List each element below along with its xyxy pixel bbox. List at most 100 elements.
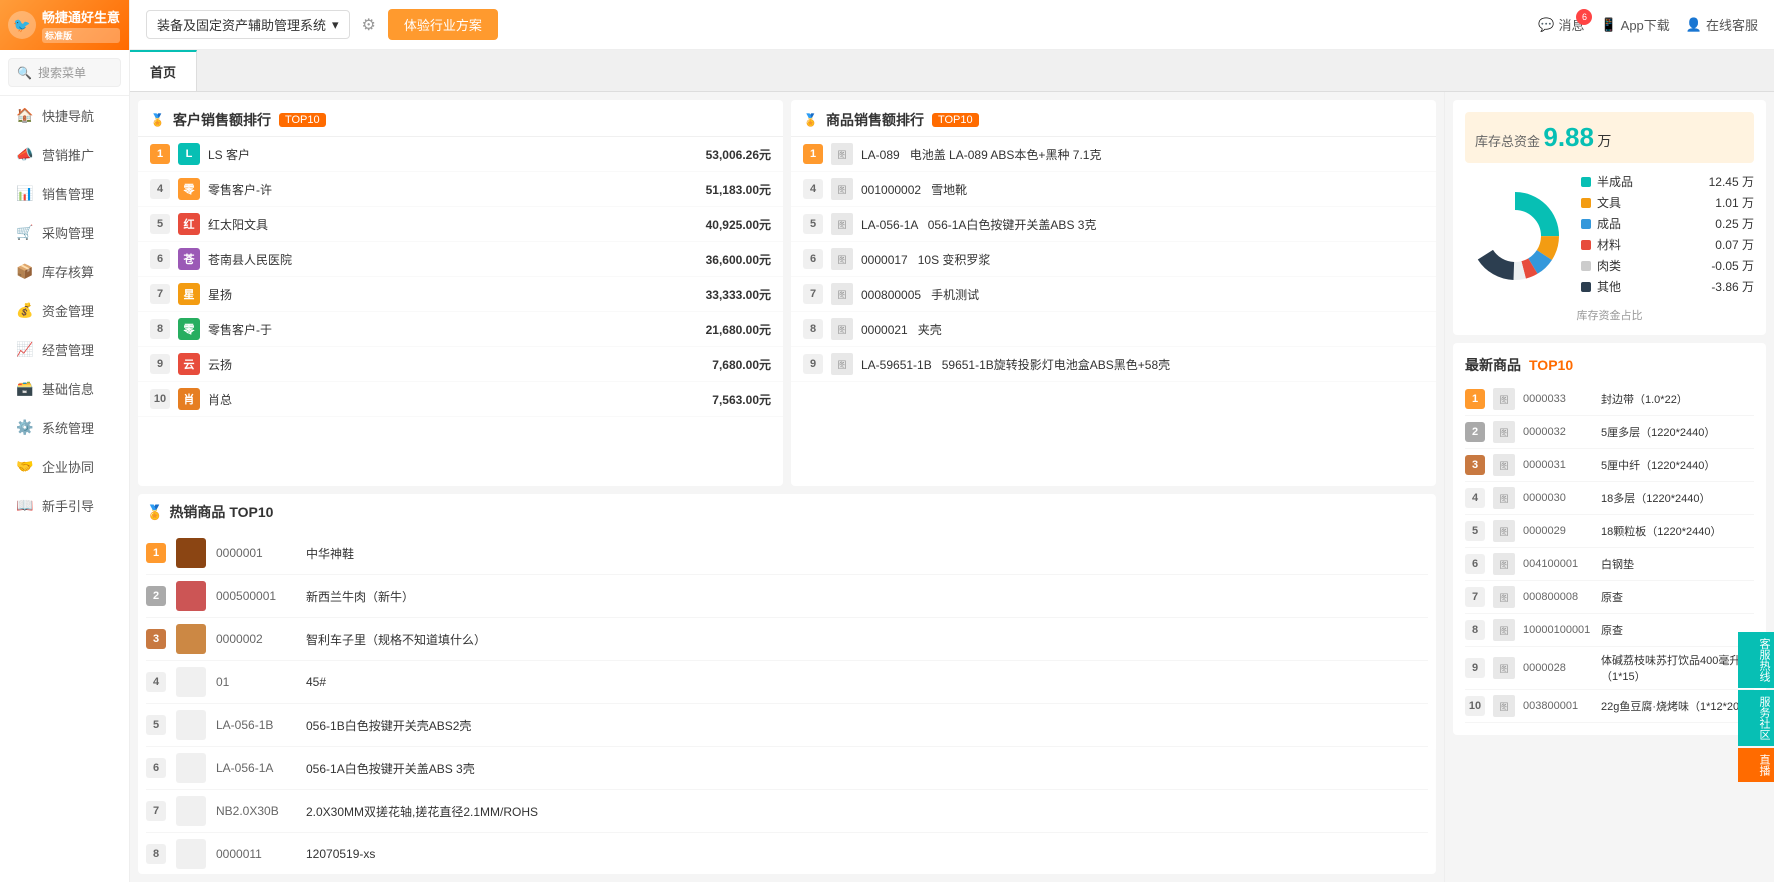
download-icon: 📱 bbox=[1600, 17, 1616, 33]
list-item: 3 图 0000031 5厘中纤（1220*2440） bbox=[1465, 449, 1754, 482]
messages-button[interactable]: 💬 消息 6 bbox=[1538, 15, 1584, 34]
legend-item: 文具 1.01 万 bbox=[1581, 194, 1754, 211]
legend-name: 成品 bbox=[1597, 215, 1709, 232]
rank-number: 4 bbox=[803, 179, 823, 199]
table-row: 7 图 000800005 手机测试 bbox=[791, 277, 1436, 312]
customer-ranking-card: 🏅 客户销售额排行 TOP10 1 L LS 客户 53,006.26元 4 bbox=[138, 100, 783, 486]
product-image bbox=[176, 839, 206, 869]
rank-number: 5 bbox=[1465, 521, 1485, 541]
product-image: 图 bbox=[1493, 657, 1515, 679]
inventory-legend: 半成品 12.45 万 文具 1.01 万 成品 0.25 万 bbox=[1581, 173, 1754, 299]
product-code: 0000021 bbox=[861, 323, 908, 337]
donut-chart-container: 半成品 12.45 万 文具 1.01 万 成品 0.25 万 bbox=[1465, 173, 1754, 299]
product-image: 图 bbox=[1493, 421, 1515, 443]
product-image bbox=[176, 710, 206, 740]
inventory-card: 库存总资金 9.88 万 bbox=[1453, 100, 1766, 335]
rank-number: 7 bbox=[150, 284, 170, 304]
system-selector[interactable]: 装备及固定资产辅助管理系统 ▾ bbox=[146, 10, 350, 39]
sidebar-item-shortcuts[interactable]: 🏠 快捷导航 bbox=[0, 96, 129, 135]
avatar: 零 bbox=[178, 318, 200, 340]
legend-item: 其他 -3.86 万 bbox=[1581, 278, 1754, 295]
app-badge: 标准版 bbox=[42, 28, 120, 43]
product-ranking-title: 商品销售额排行 bbox=[826, 110, 924, 130]
rank-number: 6 bbox=[803, 249, 823, 269]
list-item: 1 图 0000033 封边带（1.0*22） bbox=[1465, 383, 1754, 416]
list-item: 1 0000001 中华神鞋 bbox=[146, 532, 1428, 575]
product-info: 001000002 雪地靴 bbox=[861, 181, 1424, 198]
online-service-button[interactable]: 👤 在线客服 bbox=[1686, 15, 1758, 34]
list-item: 6 LA-056-1A 056-1A白色按键开关盖ABS 3壳 bbox=[146, 747, 1428, 790]
basic-info-label: 基础信息 bbox=[42, 379, 94, 398]
sidebar-item-inventory[interactable]: 📦 库存核算 bbox=[0, 252, 129, 291]
message-icon: 💬 bbox=[1538, 17, 1554, 33]
customer-value: 21,680.00元 bbox=[706, 321, 771, 338]
table-row: 6 图 0000017 10S 变积罗浆 bbox=[791, 242, 1436, 277]
purchase-icon: 🛒 bbox=[16, 224, 34, 241]
table-row: 10 肖 肖总 7,563.00元 bbox=[138, 382, 783, 417]
legend-value: -0.05 万 bbox=[1711, 257, 1754, 274]
legend-name: 肉类 bbox=[1597, 257, 1705, 274]
list-item: 7 NB2.0X30B 2.0X30MM双搓花轴,搓花直径2.1MM/ROHS bbox=[146, 790, 1428, 833]
customer-value: 51,183.00元 bbox=[706, 181, 771, 198]
avatar: 苍 bbox=[178, 248, 200, 270]
message-badge: 6 bbox=[1576, 9, 1592, 25]
live-broadcast-button[interactable]: 直播 bbox=[1738, 748, 1774, 782]
rank-number: 7 bbox=[146, 801, 166, 821]
sidebar-item-sales[interactable]: 📊 销售管理 bbox=[0, 174, 129, 213]
product-info: 0000021 夹壳 bbox=[861, 321, 1424, 338]
customer-value: 7,680.00元 bbox=[712, 356, 771, 373]
sidebar-item-management[interactable]: 📈 经营管理 bbox=[0, 330, 129, 369]
product-name: 5厘中纤（1220*2440） bbox=[1601, 457, 1754, 473]
trial-button[interactable]: 体验行业方案 bbox=[388, 9, 498, 40]
search-menu-button[interactable]: 🔍 搜索菜单 bbox=[8, 58, 121, 87]
list-item: 3 0000002 智利车子里（规格不知道填什么） bbox=[146, 618, 1428, 661]
donut-chart bbox=[1465, 186, 1565, 286]
sidebar-item-cooperation[interactable]: 🤝 企业协同 bbox=[0, 447, 129, 486]
customer-value: 40,925.00元 bbox=[706, 216, 771, 233]
settings-icon[interactable]: ⚙ bbox=[362, 15, 376, 35]
product-ranking-header: 🏅 商品销售额排行 TOP10 bbox=[791, 100, 1436, 137]
product-name: 18颗粒板（1220*2440） bbox=[1601, 523, 1754, 539]
customer-name: 肖总 bbox=[208, 391, 704, 408]
product-name: 056-1A白色按键开关盖ABS 3壳 bbox=[306, 760, 1428, 777]
rank-number: 8 bbox=[803, 319, 823, 339]
sidebar-item-finance[interactable]: 💰 资金管理 bbox=[0, 291, 129, 330]
rank-number: 4 bbox=[150, 179, 170, 199]
customer-service-button[interactable]: 客服热线 bbox=[1738, 632, 1774, 688]
sidebar-item-purchase[interactable]: 🛒 采购管理 bbox=[0, 213, 129, 252]
sidebar-item-basic-info[interactable]: 🗃️ 基础信息 bbox=[0, 369, 129, 408]
hot-products-section: 🏅 热销商品 TOP10 1 0000001 中华神鞋 2 000500001 … bbox=[138, 494, 1436, 874]
product-name: 2.0X30MM双搓花轴,搓花直径2.1MM/ROHS bbox=[306, 803, 1428, 820]
system-icon: ⚙️ bbox=[16, 419, 34, 436]
rank-number: 1 bbox=[146, 543, 166, 563]
rank-number: 5 bbox=[146, 715, 166, 735]
product-code: LA-59651-1B bbox=[861, 358, 932, 372]
product-code: 0000033 bbox=[1523, 393, 1593, 405]
rank-number: 10 bbox=[150, 389, 170, 409]
hot-products-title-text: 热销商品 TOP10 bbox=[169, 502, 273, 522]
sidebar-item-marketing[interactable]: 📣 营销推广 bbox=[0, 135, 129, 174]
product-code: 0000028 bbox=[1523, 662, 1593, 674]
tab-home[interactable]: 首页 bbox=[130, 50, 197, 91]
product-code: LA-056-1A bbox=[216, 761, 296, 775]
legend-name: 文具 bbox=[1597, 194, 1709, 211]
inventory-total-banner: 库存总资金 9.88 万 bbox=[1465, 112, 1754, 163]
guide-icon: 📖 bbox=[16, 497, 34, 514]
sidebar-item-system[interactable]: ⚙️ 系统管理 bbox=[0, 408, 129, 447]
new-products-title: 最新商品 TOP10 bbox=[1465, 355, 1754, 375]
avatar: 云 bbox=[178, 353, 200, 375]
table-row: 8 零 零售客户-于 21,680.00元 bbox=[138, 312, 783, 347]
app-download-button[interactable]: 📱 App下载 bbox=[1600, 15, 1669, 34]
product-code: 0000031 bbox=[1523, 459, 1593, 471]
product-image bbox=[176, 796, 206, 826]
rank-number: 2 bbox=[1465, 422, 1485, 442]
product-image: 图 bbox=[1493, 586, 1515, 608]
legend-item: 成品 0.25 万 bbox=[1581, 215, 1754, 232]
service-community-button[interactable]: 服务社区 bbox=[1738, 690, 1774, 746]
rank-number: 10 bbox=[1465, 696, 1485, 716]
product-image: 图 bbox=[831, 248, 853, 270]
list-item: 9 图 0000028 体碱荔枝味苏打饮品400毫升（1*15） bbox=[1465, 647, 1754, 690]
product-ranking-table: 1 图 LA-089 电池盖 LA-089 ABS本色+黑种 7.1克 4 图 bbox=[791, 137, 1436, 382]
sidebar-item-guide[interactable]: 📖 新手引导 bbox=[0, 486, 129, 525]
product-code: 0000032 bbox=[1523, 426, 1593, 438]
